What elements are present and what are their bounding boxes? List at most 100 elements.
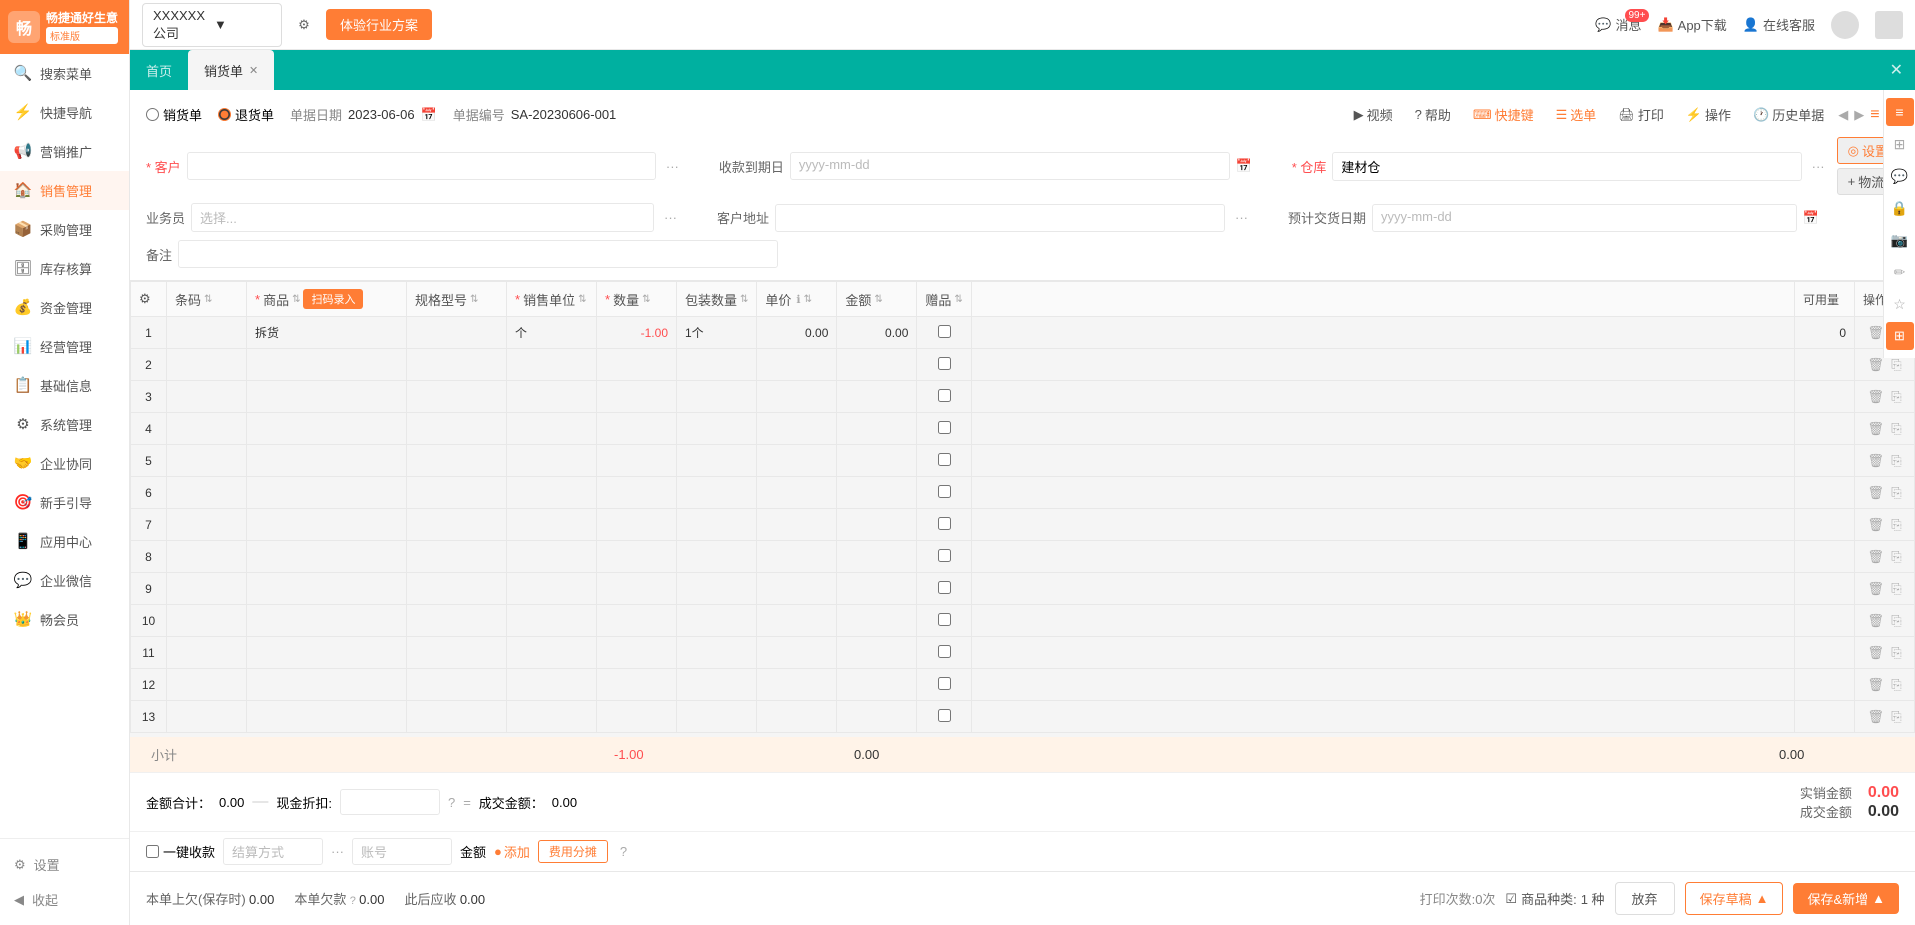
remarks-input[interactable] (178, 240, 778, 268)
cell-amount[interactable] (837, 637, 917, 669)
delete-icon[interactable]: 🗑 (1867, 325, 1884, 340)
copy-icon[interactable]: ⎘ (1891, 613, 1901, 628)
scan-barcode-button[interactable]: 扫码录入 (303, 289, 363, 309)
tab-close-icon[interactable]: ✕ (249, 64, 258, 77)
cell-amount[interactable] (837, 573, 917, 605)
right-tool-message[interactable]: 💬 (1886, 162, 1914, 190)
customer-dots-icon[interactable]: ··· (666, 159, 679, 174)
sort-icon-price[interactable]: ⇅ (804, 294, 812, 305)
one-click-payment-checkbox[interactable]: 一键收款 (146, 842, 215, 861)
cell-qty[interactable]: -1.00 (597, 317, 677, 349)
payment-method-input[interactable]: 结算方式 (223, 838, 323, 865)
sidebar-collapse-btn[interactable]: ◀ 收起 (0, 882, 129, 917)
cell-remark[interactable] (971, 509, 1794, 541)
shortcut-btn[interactable]: ⌨ 快捷键 (1465, 102, 1542, 127)
cell-gift[interactable] (917, 605, 971, 637)
sort-icon-gift[interactable]: ⇅ (954, 294, 962, 305)
cell-gift[interactable] (917, 381, 971, 413)
close-window-button[interactable]: ✕ (1890, 60, 1915, 80)
copy-icon[interactable]: ⎘ (1891, 421, 1901, 436)
cell-spec[interactable] (407, 637, 507, 669)
message-button[interactable]: 💬 消息 99+ (1595, 15, 1641, 34)
delete-icon[interactable]: 🗑 (1867, 677, 1884, 692)
cell-product[interactable] (247, 573, 407, 605)
sort-icon-pack[interactable]: ⇅ (740, 294, 748, 305)
cell-barcode[interactable] (167, 669, 247, 701)
cell-product[interactable] (247, 509, 407, 541)
fenpei-info-icon[interactable]: ? (620, 844, 627, 859)
cell-gift[interactable] (917, 477, 971, 509)
cell-pack-qty[interactable] (677, 637, 757, 669)
copy-icon[interactable]: ⎘ (1891, 581, 1901, 596)
cell-gift[interactable] (917, 509, 971, 541)
cell-remark[interactable] (971, 701, 1794, 733)
cell-spec[interactable] (407, 349, 507, 381)
prev-record-icon[interactable]: ◀ (1838, 107, 1848, 123)
cell-qty[interactable] (597, 509, 677, 541)
cell-unit[interactable] (507, 349, 597, 381)
salesperson-dots-icon[interactable]: ··· (664, 210, 677, 225)
sidebar-item-basic[interactable]: 📋 基础信息 (0, 366, 129, 405)
cell-pack-qty[interactable] (677, 445, 757, 477)
expected-calendar-icon[interactable]: 📅 (1803, 210, 1819, 226)
tab-sales-order[interactable]: 销货单 ✕ (188, 50, 274, 90)
cell-unit[interactable] (507, 413, 597, 445)
cell-pack-qty[interactable] (677, 669, 757, 701)
cell-product[interactable] (247, 381, 407, 413)
sidebar-item-marketing[interactable]: 📢 营销推广 (0, 132, 129, 171)
sidebar-item-quick-nav[interactable]: ⚡ 快捷导航 (0, 93, 129, 132)
cell-price[interactable] (757, 637, 837, 669)
cell-pack-qty[interactable] (677, 413, 757, 445)
print-btn[interactable]: 🖨 打印 (1610, 102, 1672, 127)
cell-unit[interactable] (507, 381, 597, 413)
delete-icon[interactable]: 🗑 (1867, 549, 1884, 564)
expected-date-input[interactable]: yyyy-mm-dd (1372, 204, 1797, 232)
next-record-icon[interactable]: ▶ (1854, 107, 1864, 123)
addr-dots-icon[interactable]: ··· (1235, 210, 1248, 225)
column-settings-icon[interactable]: ⚙ (139, 291, 151, 306)
cell-product[interactable] (247, 413, 407, 445)
cell-product[interactable] (247, 701, 407, 733)
cell-unit[interactable] (507, 637, 597, 669)
cell-spec[interactable] (407, 381, 507, 413)
cell-amount[interactable] (837, 381, 917, 413)
cell-price[interactable] (757, 445, 837, 477)
cell-gift[interactable] (917, 669, 971, 701)
cell-product[interactable] (247, 477, 407, 509)
cell-spec[interactable] (407, 317, 507, 349)
th-settings[interactable]: ⚙ (131, 282, 167, 317)
radio-return-order[interactable]: 退货单 (218, 105, 274, 124)
cell-qty[interactable] (597, 573, 677, 605)
sort-icon-unit[interactable]: ⇅ (578, 294, 586, 305)
cell-price[interactable] (757, 349, 837, 381)
delete-icon[interactable]: 🗑 (1867, 421, 1884, 436)
right-tool-camera[interactable]: 📷 (1886, 226, 1914, 254)
cell-remark[interactable] (971, 349, 1794, 381)
cell-product[interactable] (247, 349, 407, 381)
cell-pack-qty[interactable] (677, 477, 757, 509)
cell-price[interactable] (757, 573, 837, 605)
cell-remark[interactable] (971, 573, 1794, 605)
cell-amount[interactable] (837, 669, 917, 701)
cell-pack-qty[interactable] (677, 701, 757, 733)
cell-qty[interactable] (597, 349, 677, 381)
cell-amount[interactable] (837, 701, 917, 733)
select-btn[interactable]: ☰ 选单 (1548, 102, 1605, 127)
operate-btn[interactable]: ⚡ 操作 (1678, 102, 1739, 127)
cell-barcode[interactable] (167, 349, 247, 381)
user-menu-button[interactable] (1875, 11, 1903, 39)
right-tool-star[interactable]: ☆ (1886, 290, 1914, 318)
cell-price[interactable]: 0.00 (757, 317, 837, 349)
cell-remark[interactable] (971, 605, 1794, 637)
payment-due-input[interactable]: yyyy-mm-dd (790, 152, 1230, 180)
sort-icon-amount[interactable]: ⇅ (874, 294, 882, 305)
cell-unit[interactable] (507, 477, 597, 509)
right-tool-edit[interactable]: ✏ (1886, 258, 1914, 286)
cell-gift[interactable] (917, 349, 971, 381)
cell-gift[interactable] (917, 413, 971, 445)
cell-spec[interactable] (407, 701, 507, 733)
cell-unit[interactable] (507, 669, 597, 701)
sort-icon-product[interactable]: ⇅ (292, 294, 300, 305)
cell-gift[interactable] (917, 541, 971, 573)
cell-qty[interactable] (597, 413, 677, 445)
